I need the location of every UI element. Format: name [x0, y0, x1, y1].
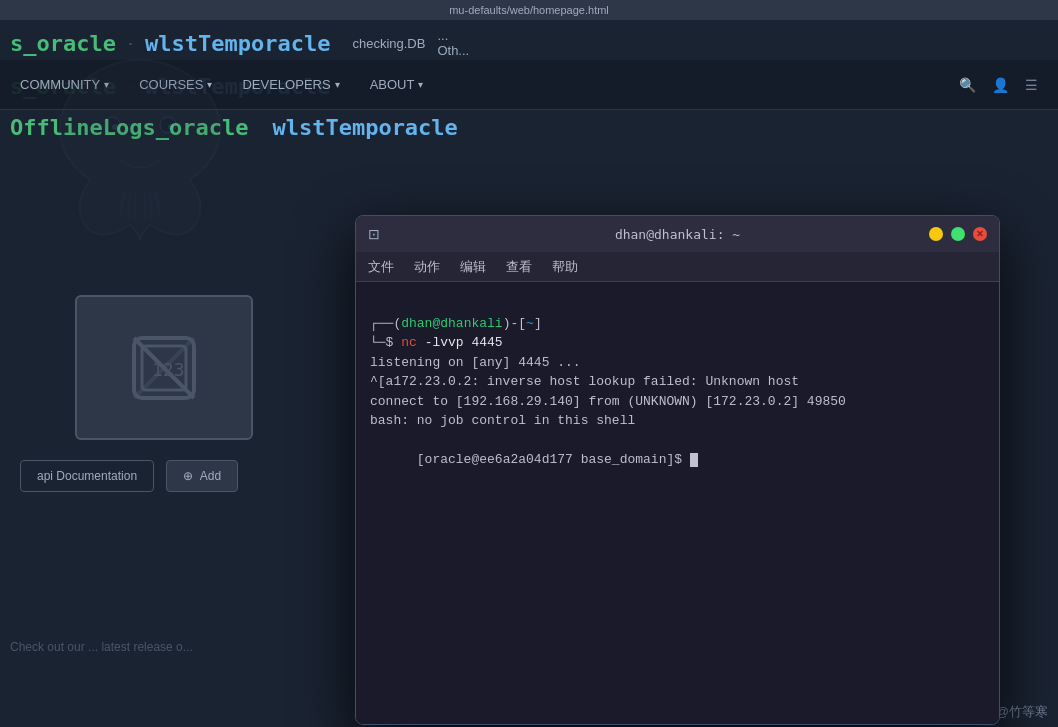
- terminal-titlebar: ⊡ dhan@dhankali: ~ ✕: [356, 216, 999, 252]
- kali-logo: [40, 50, 240, 250]
- output-line-3: connect to [192.168.29.140] from (UNKNOW…: [370, 392, 985, 412]
- placeholder-image: 123: [75, 295, 253, 440]
- tag-secondary-3: wlstTemporacle: [272, 115, 457, 140]
- terminal-window-controls: ✕: [929, 227, 987, 241]
- user-icon[interactable]: 👤: [992, 77, 1009, 93]
- search-icon[interactable]: 🔍: [959, 77, 976, 93]
- svg-point-2: [112, 124, 118, 130]
- menu-file[interactable]: 文件: [368, 258, 394, 276]
- menu-edit[interactable]: 编辑: [460, 258, 486, 276]
- terminal-menubar: 文件 动作 编辑 查看 帮助: [356, 252, 999, 282]
- browser-bar: mu-defaults/web/homepage.html: [0, 0, 1058, 20]
- output-line-2: ^[a172.23.0.2: inverse host lookup faile…: [370, 372, 985, 392]
- output-line-4: bash: no job control in this shell: [370, 411, 985, 431]
- chevron-down-icon: ▾: [335, 79, 340, 90]
- maximize-button[interactable]: [951, 227, 965, 241]
- menu-icon[interactable]: ☰: [1025, 77, 1038, 93]
- svg-point-3: [168, 124, 174, 130]
- nav-about[interactable]: ABOUT ▾: [370, 77, 424, 92]
- terminal-output[interactable]: ┌──(dhan@dhankali)-[~] └─$ nc -lvvp 4445…: [356, 282, 999, 724]
- terminal-title: dhan@dhankali: ~: [615, 227, 740, 242]
- menu-action[interactable]: 动作: [414, 258, 440, 276]
- svg-point-0: [104, 117, 120, 133]
- menu-view[interactable]: 查看: [506, 258, 532, 276]
- add-icon: ⊕: [183, 469, 193, 483]
- close-icon: ✕: [973, 227, 987, 241]
- chevron-down-icon: ▾: [418, 79, 423, 90]
- terminal-cursor: [690, 453, 698, 467]
- svg-point-1: [160, 117, 176, 133]
- browser-url: mu-defaults/web/homepage.html: [8, 4, 1050, 16]
- minimize-button[interactable]: [929, 227, 943, 241]
- prompt-line: ┌──(dhan@dhankali)-[~]: [370, 294, 985, 333]
- menu-help[interactable]: 帮助: [552, 258, 578, 276]
- terminal-app-icon: ⊡: [368, 226, 380, 242]
- close-button[interactable]: ✕: [973, 227, 987, 241]
- documentation-button[interactable]: api Documentation: [20, 460, 154, 492]
- output-line-5: [oracle@ee6a2a04d177 base_domain]$: [370, 431, 985, 490]
- no-image-icon: 123: [124, 328, 204, 408]
- button-row: api Documentation ⊕ Add: [20, 460, 238, 492]
- terminal-window: ⊡ dhan@dhankali: ~ ✕ 文件 动作 编辑 查看 帮助 ┌──(…: [355, 215, 1000, 725]
- command-line: └─$ nc -lvvp 4445: [370, 333, 985, 353]
- nav-developers[interactable]: DEVELOPERS ▾: [242, 77, 339, 92]
- output-line-1: listening on [any] 4445 ...: [370, 353, 985, 373]
- add-button[interactable]: ⊕ Add: [166, 460, 238, 492]
